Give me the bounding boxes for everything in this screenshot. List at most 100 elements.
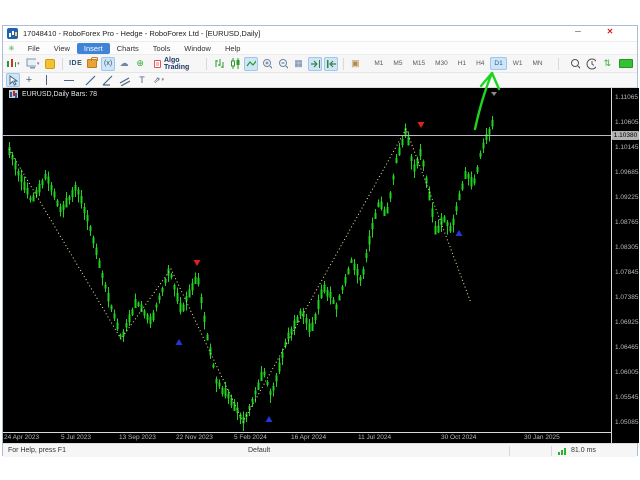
vertical-line-tool-button[interactable] xyxy=(38,73,55,87)
candles-chart-button[interactable] xyxy=(228,57,242,71)
price-chart xyxy=(3,88,612,443)
timeframe-w1-button[interactable]: W1 xyxy=(509,57,527,70)
grid-button[interactable]: ▦ xyxy=(292,57,306,71)
status-profile[interactable]: Default xyxy=(248,447,270,454)
price-axis-label: 1.11065 xyxy=(615,94,639,101)
price-axis-label: 1.07845 xyxy=(615,269,639,276)
clock-button[interactable] xyxy=(584,57,598,71)
price-axis-label: 1.05545 xyxy=(615,394,639,401)
chart-mini-icon xyxy=(9,90,18,98)
new-chart-button[interactable]: ▾ xyxy=(4,57,22,71)
chevron-down-icon[interactable]: ▾ xyxy=(37,61,40,67)
calculator-button[interactable]: (x) xyxy=(101,56,116,71)
minimize-button[interactable]: ─ xyxy=(567,27,589,40)
crosshair-tool-button[interactable]: + xyxy=(22,73,36,87)
connection-button[interactable]: ⇅ xyxy=(600,57,614,71)
chart-shift-button[interactable] xyxy=(323,56,338,71)
cursor-tool-button[interactable] xyxy=(6,73,20,87)
buy-arrow-marker xyxy=(455,230,463,236)
cloud-button[interactable]: ☁ xyxy=(117,57,131,71)
timeframe-mn-button[interactable]: MN xyxy=(528,57,546,70)
menu-item-window[interactable]: Window xyxy=(177,43,218,54)
date-axis-label: 5 Jul 2023 xyxy=(61,434,91,441)
title-bar: 17048410 - RoboForex Pro - Hedge - RoboF… xyxy=(3,26,637,42)
timeframe-d1-button[interactable]: D1 xyxy=(490,57,507,70)
cloud-icon: ☁ xyxy=(119,58,129,68)
candles-chart-icon xyxy=(230,58,240,69)
signal-markers xyxy=(175,92,497,422)
algo-trading-icon xyxy=(154,59,161,68)
price-axis-label: 1.09685 xyxy=(615,169,639,176)
price-axis-label: 1.06925 xyxy=(615,319,639,326)
profiles-button[interactable]: ▾ xyxy=(24,57,42,71)
timeframe-m5-button[interactable]: M5 xyxy=(389,57,406,70)
grid-icon: ▦ xyxy=(294,58,303,68)
channel-tool-button[interactable] xyxy=(117,73,133,87)
tile-windows-button[interactable]: ▣ xyxy=(348,57,362,71)
chevron-down-icon[interactable]: ▾ xyxy=(162,77,165,83)
horizontal-line-tool-button[interactable] xyxy=(57,73,81,87)
chart-area[interactable]: EURUSD,Daily Bars: 78 1.11065 1.10605 1.10… xyxy=(3,88,639,443)
community-icon: ⊕ xyxy=(136,58,144,68)
timeframe-m15-button[interactable]: M15 xyxy=(408,57,429,70)
arrows-tool-button[interactable]: ⇗ ▾ xyxy=(151,73,166,87)
trendline-tool-button[interactable] xyxy=(83,73,98,87)
chart-symbol-label: EURUSD,Daily Bars: 78 xyxy=(9,90,97,98)
timeframe-h1-button[interactable]: H1 xyxy=(454,57,470,70)
profiles-icon xyxy=(26,58,36,69)
zoom-in-icon xyxy=(262,58,272,69)
timeframe-m30-button[interactable]: M30 xyxy=(431,57,452,70)
zoom-out-button[interactable] xyxy=(276,57,290,71)
window-title: 17048410 - RoboForex Pro - Hedge - RoboF… xyxy=(23,29,261,38)
community-button[interactable]: ⊕ xyxy=(133,57,147,71)
toolbar-separator xyxy=(62,57,64,70)
chevron-down-icon[interactable]: ▾ xyxy=(17,61,20,67)
menu-item-help[interactable]: Help xyxy=(218,43,247,54)
date-axis-label: 24 Apr 2023 xyxy=(4,434,40,441)
price-axis-label: 1.10605 xyxy=(615,119,639,126)
zoom-in-button[interactable] xyxy=(260,57,274,71)
search-button[interactable] xyxy=(568,57,582,71)
timeframe-m1-button[interactable]: M1 xyxy=(370,57,387,70)
drawing-toolbar: + T ⇗ ▾ xyxy=(3,73,637,88)
connection-icon: ⇅ xyxy=(603,58,612,68)
menu-item-charts[interactable]: Charts xyxy=(110,43,146,54)
price-axis-label: 1.06465 xyxy=(615,344,639,351)
new-order-button[interactable] xyxy=(43,57,57,71)
status-separator xyxy=(551,446,552,456)
sell-arrow-marker xyxy=(193,260,201,266)
angle-trendline-icon xyxy=(102,75,113,86)
menu-item-tools[interactable]: Tools xyxy=(146,43,178,54)
current-price-tag: 1.10380 xyxy=(612,131,639,140)
horizontal-line-icon xyxy=(64,79,74,81)
line-chart-button[interactable] xyxy=(243,56,258,71)
metaeditor-button[interactable] xyxy=(85,57,99,71)
crosshair-icon: + xyxy=(25,73,33,86)
zoom-out-icon xyxy=(278,58,288,69)
date-axis-label: 11 Jul 2024 xyxy=(358,434,392,441)
menu-item-view[interactable]: View xyxy=(47,43,77,54)
angle-trendline-tool-button[interactable] xyxy=(100,73,115,87)
price-axis-label: 1.08305 xyxy=(615,244,639,251)
ide-button[interactable]: IDE xyxy=(68,57,83,71)
status-latency: 81.0 ms xyxy=(571,447,596,454)
menu-item-insert[interactable]: Insert xyxy=(76,42,110,54)
text-tool-button[interactable]: T xyxy=(135,73,149,87)
date-axis-label: 13 Sep 2023 xyxy=(119,434,156,441)
metatrader-icon: ✳ xyxy=(8,43,15,53)
close-button[interactable]: ✕ xyxy=(599,27,621,40)
auto-scroll-button[interactable] xyxy=(307,56,322,71)
connection-status-indicator xyxy=(619,59,633,68)
search-icon xyxy=(571,58,581,69)
trendline-icon xyxy=(85,75,96,85)
menu-item-file[interactable]: File xyxy=(21,43,47,54)
timeframe-h4-button[interactable]: H4 xyxy=(472,57,488,70)
date-axis-label: 30 Oct 2024 xyxy=(441,434,477,441)
bar-chart-button[interactable] xyxy=(212,57,226,71)
date-axis-label: 30 Jan 2025 xyxy=(524,434,560,441)
buy-arrow-marker xyxy=(265,416,273,422)
algo-trading-button[interactable]: Algo Trading xyxy=(152,57,201,71)
vertical-line-icon xyxy=(46,75,47,85)
mt5-window: 17048410 - RoboForex Pro - Hedge - RoboF… xyxy=(2,25,639,457)
toolbox-icon xyxy=(87,57,99,68)
